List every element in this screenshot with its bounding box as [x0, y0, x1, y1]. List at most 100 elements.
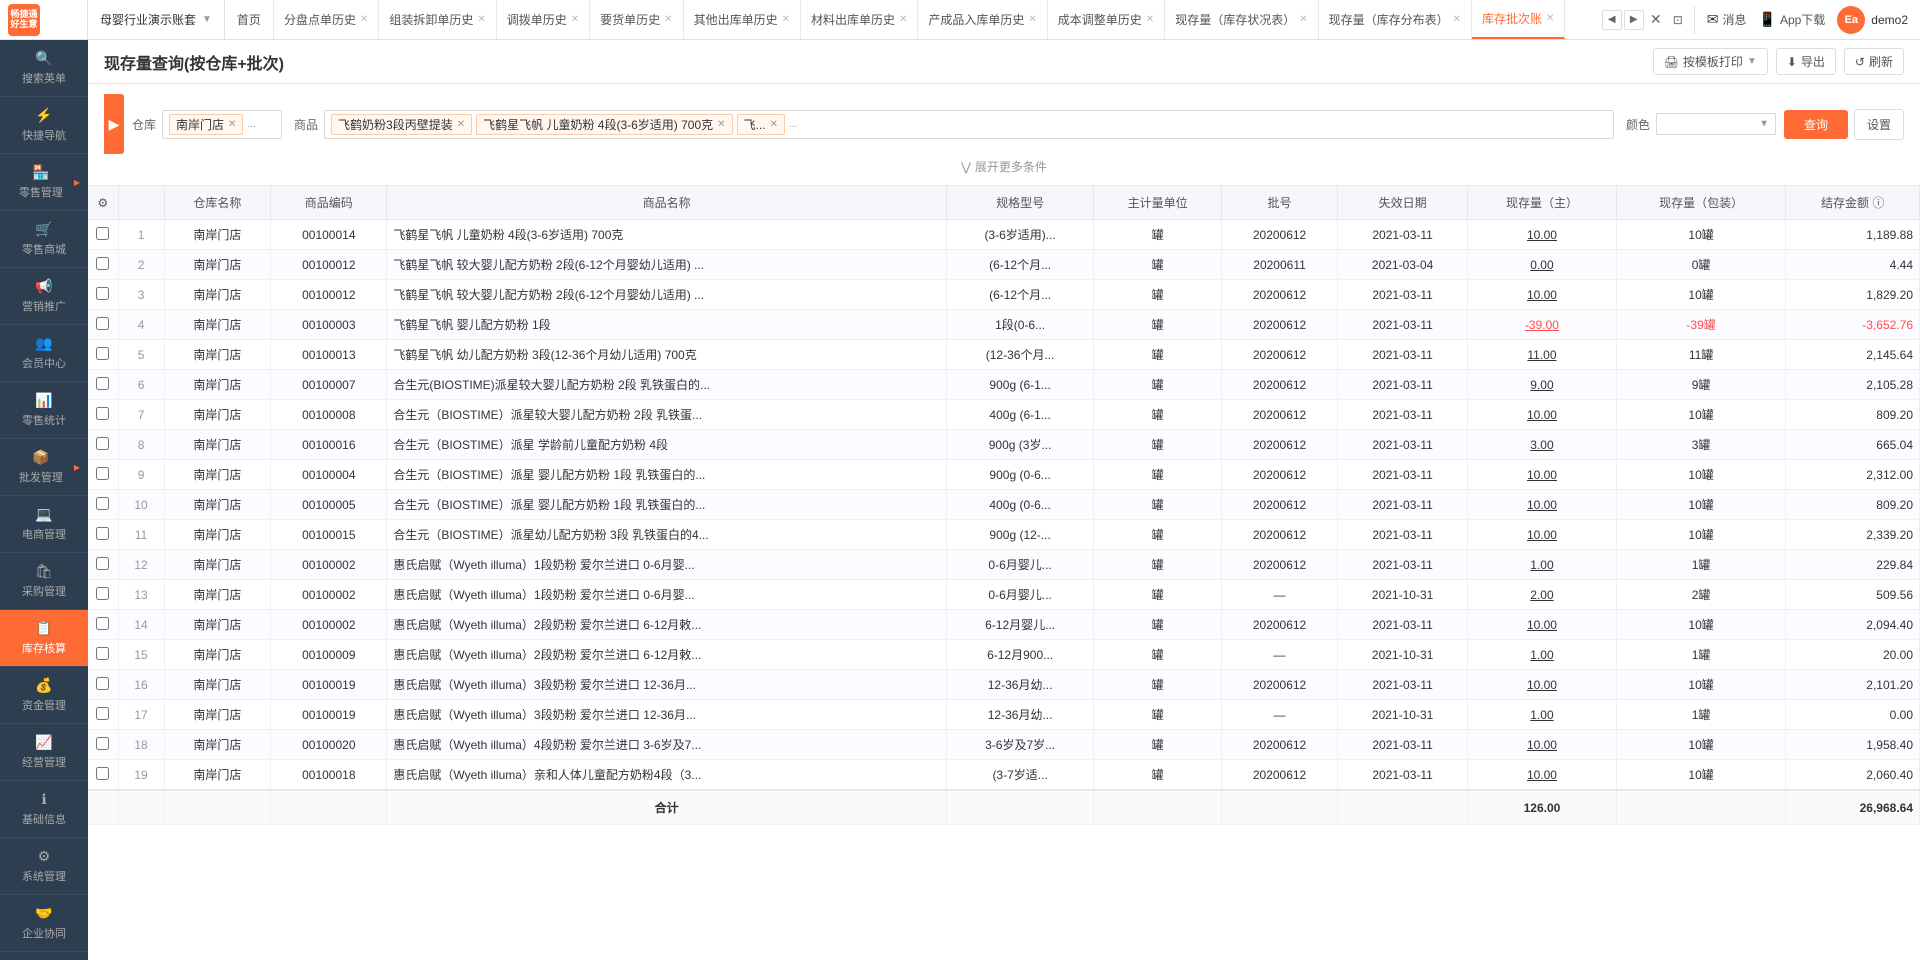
- row-qty-main-13[interactable]: 10.00: [1468, 610, 1617, 640]
- tab-close-all-btn[interactable]: ✕: [1646, 10, 1666, 30]
- row-checkbox-0[interactable]: [88, 220, 118, 250]
- tab-cheng-ben-close[interactable]: ✕: [1146, 14, 1154, 25]
- row-qty-main-17[interactable]: 10.00: [1468, 730, 1617, 760]
- tab-xian-cun-fen-close[interactable]: ✕: [1453, 14, 1461, 25]
- tab-tiao-bo[interactable]: 调拨单历史 ✕: [497, 0, 590, 39]
- tab-chan-pin-close[interactable]: ✕: [1028, 14, 1036, 25]
- sidebar-item-marketing[interactable]: 📢 营销推广: [0, 268, 88, 325]
- btn-export[interactable]: ⬇ 导出: [1776, 48, 1836, 75]
- sidebar-item-shortcut[interactable]: ⚡ 快捷导航: [0, 97, 88, 154]
- tab-chan-pin[interactable]: 产成品入库单历史 ✕: [918, 0, 1047, 39]
- sidebar-item-wholesale[interactable]: 📦 批发管理 ▶: [0, 439, 88, 496]
- filter-expand-side-btn[interactable]: ▶: [104, 94, 124, 154]
- btn-refresh[interactable]: ↺ 刷新: [1844, 48, 1904, 75]
- sidebar-item-finance[interactable]: 💰 资金管理: [0, 667, 88, 724]
- warehouse-input[interactable]: 南岸门店 ✕ ...: [162, 110, 282, 139]
- sidebar-item-basic[interactable]: ℹ 基础信息: [0, 781, 88, 838]
- sidebar-item-member[interactable]: 👥 会员中心: [0, 325, 88, 382]
- sidebar-item-retail[interactable]: 🏪 零售管理 ▶: [0, 154, 88, 211]
- app-download-btn[interactable]: 📱 App下载: [1759, 11, 1826, 28]
- tab-xian-cun-fen[interactable]: 现存量（库存分布表） ✕: [1319, 0, 1472, 39]
- row-qty-main-4[interactable]: 11.00: [1468, 340, 1617, 370]
- expand-conditions-btn[interactable]: ⋁ 展开更多条件: [961, 158, 1047, 175]
- row-checkbox-3[interactable]: [88, 310, 118, 340]
- sidebar-item-ecommerce[interactable]: 💻 电商管理: [0, 496, 88, 553]
- tab-prev-btn[interactable]: ◀: [1602, 10, 1622, 30]
- tab-zu-chai-close[interactable]: ✕: [477, 14, 485, 25]
- tab-zu-chai[interactable]: 组装拆卸单历史 ✕: [379, 0, 496, 39]
- row-qty-main-10[interactable]: 10.00: [1468, 520, 1617, 550]
- row-qty-main-7[interactable]: 3.00: [1468, 430, 1617, 460]
- tab-fen-pan-close[interactable]: ✕: [360, 14, 368, 25]
- sidebar-item-search[interactable]: 🔍 搜索英单: [0, 40, 88, 97]
- message-btn[interactable]: ✉ 消息: [1707, 11, 1747, 28]
- row-qty-main-15[interactable]: 10.00: [1468, 670, 1617, 700]
- product-input[interactable]: 飞鹤奶粉3段丙壁提装 ✕ 飞鹤星飞帆 儿童奶粉 4段(3-6岁适用) 700克 …: [324, 110, 1614, 139]
- tab-qi-ta[interactable]: 其他出库单历史 ✕: [684, 0, 801, 39]
- row-checkbox-9[interactable]: [88, 490, 118, 520]
- row-qty-main-8[interactable]: 10.00: [1468, 460, 1617, 490]
- row-checkbox-1[interactable]: [88, 250, 118, 280]
- row-checkbox-14[interactable]: [88, 640, 118, 670]
- product-tag-2-remove[interactable]: ✕: [717, 119, 725, 130]
- row-qty-main-12[interactable]: 2.00: [1468, 580, 1617, 610]
- row-checkbox-4[interactable]: [88, 340, 118, 370]
- row-qty-main-1[interactable]: 0.00: [1468, 250, 1617, 280]
- tab-fen-pan[interactable]: 分盘点单历史 ✕: [274, 0, 379, 39]
- row-checkbox-6[interactable]: [88, 400, 118, 430]
- sidebar-item-system[interactable]: ⚙ 系统管理: [0, 838, 88, 895]
- row-qty-main-14[interactable]: 1.00: [1468, 640, 1617, 670]
- color-select[interactable]: ▼: [1656, 113, 1776, 135]
- settings-gear-icon[interactable]: ⚙: [97, 196, 108, 210]
- row-qty-main-11[interactable]: 1.00: [1468, 550, 1617, 580]
- tab-cai-liao-close[interactable]: ✕: [899, 14, 907, 25]
- row-checkbox-17[interactable]: [88, 730, 118, 760]
- warehouse-tag-remove[interactable]: ✕: [228, 119, 236, 130]
- row-checkbox-5[interactable]: [88, 370, 118, 400]
- row-qty-main-16[interactable]: 1.00: [1468, 700, 1617, 730]
- btn-template-print[interactable]: 🖨 按模板打印 ▼: [1653, 48, 1768, 75]
- table-container[interactable]: ⚙ 仓库名称 商品编码 商品名称 规格型号 主计量单位 批号 失效日期 现存量（…: [88, 186, 1920, 960]
- tab-home[interactable]: 首页: [225, 0, 274, 39]
- row-checkbox-8[interactable]: [88, 460, 118, 490]
- tab-xian-cun-ku-close[interactable]: ✕: [1299, 14, 1307, 25]
- tab-yao-huo[interactable]: 要货单历史 ✕: [590, 0, 683, 39]
- sidebar-item-shop[interactable]: 🛒 零售商城: [0, 211, 88, 268]
- row-qty-main-6[interactable]: 10.00: [1468, 400, 1617, 430]
- sidebar-item-enterprise[interactable]: 🤝 企业协同: [0, 895, 88, 952]
- sidebar-item-purchase[interactable]: 🛍 采购管理: [0, 553, 88, 610]
- tab-next-btn[interactable]: ▶: [1624, 10, 1644, 30]
- product-tag-1-remove[interactable]: ✕: [457, 119, 465, 130]
- account-selector[interactable]: 母婴行业演示账套 ▼: [88, 0, 225, 39]
- row-checkbox-11[interactable]: [88, 550, 118, 580]
- row-qty-main-3[interactable]: -39.00: [1468, 310, 1617, 340]
- product-tag-more-remove[interactable]: ✕: [770, 119, 778, 130]
- tab-pi-ci-close[interactable]: ✕: [1546, 13, 1554, 24]
- warehouse-dropdown-icon[interactable]: ...: [247, 119, 255, 130]
- product-more-icon[interactable]: ...: [789, 119, 797, 130]
- tab-maximize-btn[interactable]: ⊡: [1668, 10, 1688, 30]
- tab-xian-cun-ku[interactable]: 现存量（库存状况表） ✕: [1165, 0, 1318, 39]
- row-checkbox-10[interactable]: [88, 520, 118, 550]
- row-checkbox-2[interactable]: [88, 280, 118, 310]
- btn-settings[interactable]: 设置: [1854, 109, 1904, 140]
- tab-cheng-ben[interactable]: 成本调整单历史 ✕: [1048, 0, 1165, 39]
- row-qty-main-5[interactable]: 9.00: [1468, 370, 1617, 400]
- row-checkbox-7[interactable]: [88, 430, 118, 460]
- row-checkbox-12[interactable]: [88, 580, 118, 610]
- tab-tiao-bo-close[interactable]: ✕: [571, 14, 579, 25]
- row-checkbox-13[interactable]: [88, 610, 118, 640]
- row-qty-main-18[interactable]: 10.00: [1468, 760, 1617, 791]
- row-checkbox-15[interactable]: [88, 670, 118, 700]
- sidebar-item-operation[interactable]: 📈 经营管理: [0, 724, 88, 781]
- row-checkbox-18[interactable]: [88, 760, 118, 791]
- row-qty-main-2[interactable]: 10.00: [1468, 280, 1617, 310]
- row-qty-main-0[interactable]: 10.00: [1468, 220, 1617, 250]
- sidebar-item-inventory[interactable]: 📋 库存核算: [0, 610, 88, 667]
- tab-pi-ci[interactable]: 库存批次账 ✕: [1472, 0, 1565, 39]
- tab-yao-huo-close[interactable]: ✕: [664, 14, 672, 25]
- user-profile-btn[interactable]: Ea demo2: [1837, 6, 1908, 34]
- tab-cai-liao[interactable]: 材料出库单历史 ✕: [801, 0, 918, 39]
- tab-qi-ta-close[interactable]: ✕: [782, 14, 790, 25]
- sidebar-item-newguide[interactable]: 🎯 新手引导: [0, 952, 88, 960]
